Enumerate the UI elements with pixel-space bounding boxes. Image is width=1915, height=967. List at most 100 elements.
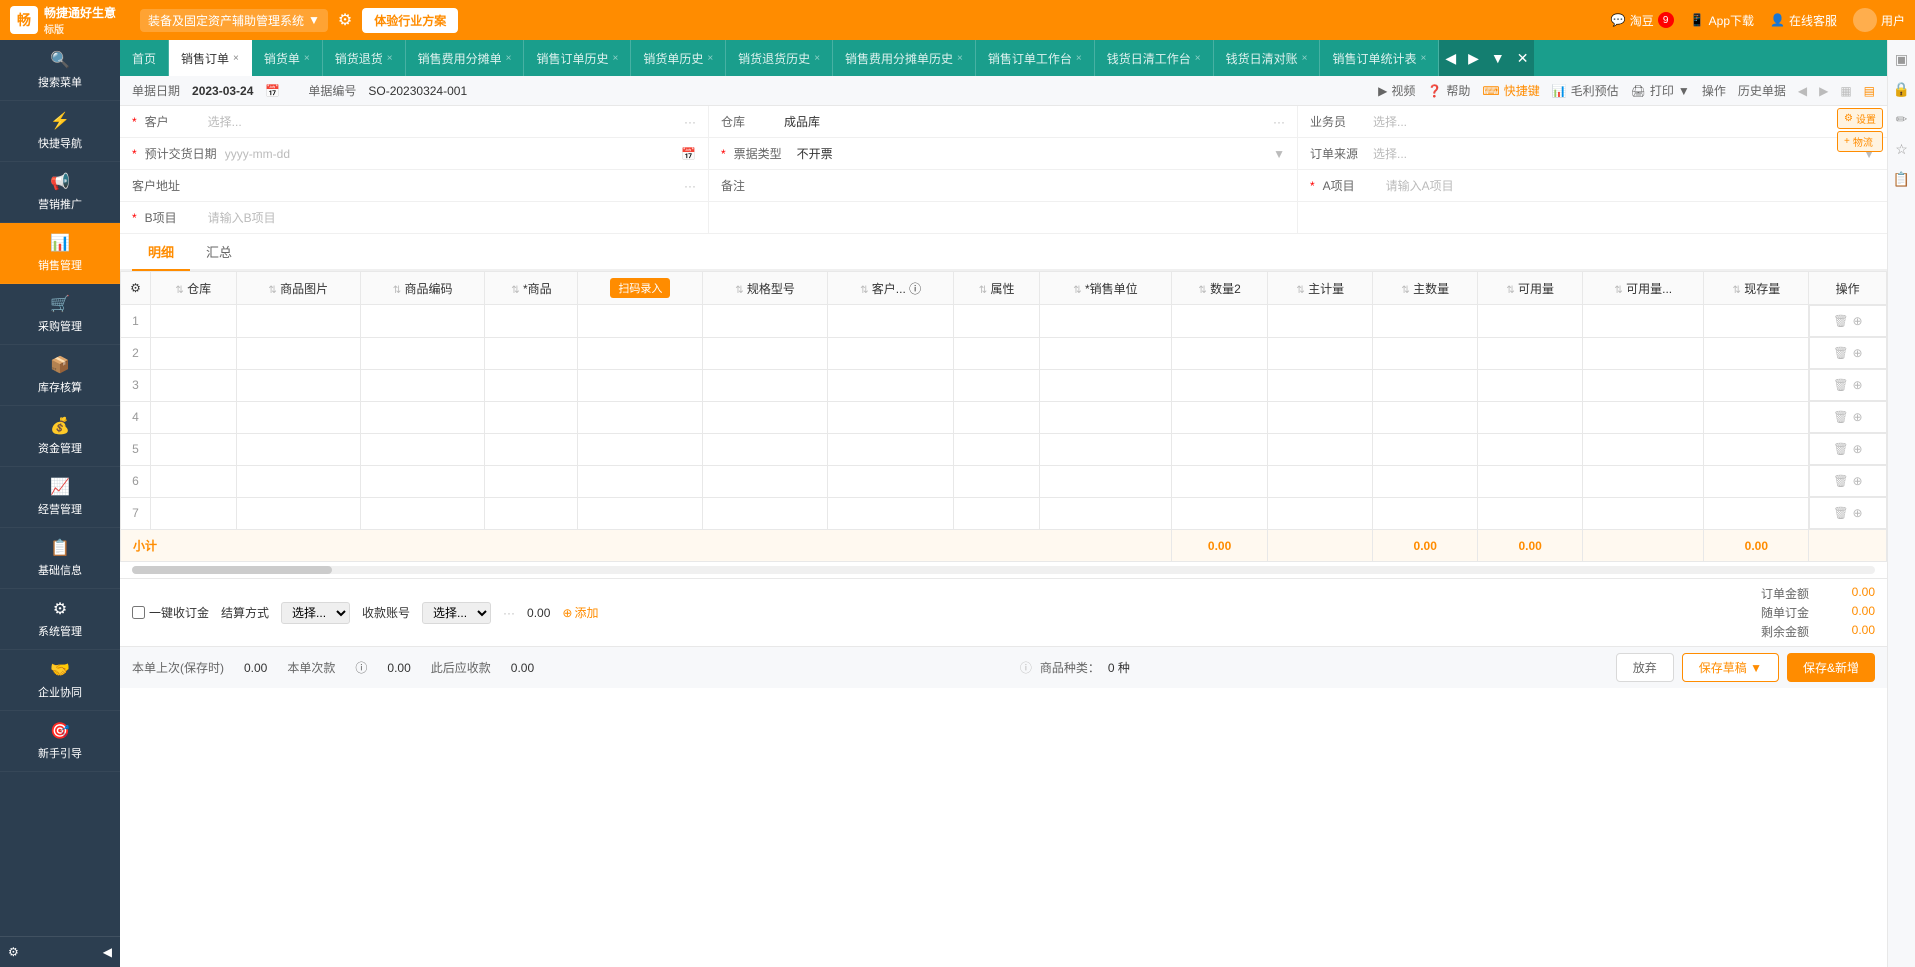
col-spec[interactable]: ⇅ 规格型号	[703, 272, 827, 305]
col-image[interactable]: ⇅ 商品图片	[236, 272, 360, 305]
view-btn[interactable]: ▶ 视频	[1378, 82, 1415, 99]
sidebar-item-base[interactable]: 📋 基础信息	[0, 528, 120, 589]
col-stock[interactable]: ⇅ 现存量	[1704, 272, 1809, 305]
sidebar-item-system[interactable]: ⚙ 系统管理	[0, 589, 120, 650]
row-1-main-qty[interactable]	[1373, 305, 1478, 338]
tab-nav-prev[interactable]: ◀	[1439, 40, 1462, 76]
settings-icon[interactable]: ⚙	[338, 10, 352, 30]
add-btn[interactable]: ⊕ 添加	[562, 604, 598, 621]
row-1-unit[interactable]	[1039, 305, 1171, 338]
receipt-dots[interactable]: ···	[503, 606, 515, 620]
row-1-qty2[interactable]	[1171, 305, 1267, 338]
col-code[interactable]: ⇅ 商品编码	[360, 272, 484, 305]
shortcut-btn[interactable]: ⌨ 快捷键	[1482, 82, 1539, 99]
history-btn[interactable]: 历史单据	[1738, 82, 1786, 99]
row-5-copy-icon[interactable]: ⊕	[1853, 442, 1863, 456]
save-new-button[interactable]: 保存&新增	[1787, 653, 1875, 682]
tab-invoice-history-close[interactable]: ×	[707, 53, 713, 64]
tab-expense-split-close[interactable]: ×	[506, 53, 512, 64]
payment-method-select[interactable]: 选择...	[281, 602, 350, 624]
row-5-delete-icon[interactable]: 🗑	[1833, 442, 1848, 456]
row-1-customer-info[interactable]	[827, 305, 954, 338]
row-6-delete-icon[interactable]: 🗑	[1833, 474, 1848, 488]
row-7-copy-icon[interactable]: ⊕	[1853, 506, 1863, 520]
tab-stats-close[interactable]: ×	[1420, 53, 1426, 64]
warehouse-more-icon[interactable]: ···	[1273, 115, 1285, 129]
tab-detail[interactable]: 明细	[132, 234, 190, 271]
note-input[interactable]	[784, 179, 1285, 193]
sidebar-item-sales[interactable]: 📊 销售管理	[0, 223, 120, 284]
sidebar-item-inventory[interactable]: 📦 库存核算	[0, 345, 120, 406]
scan-enter-btn[interactable]: 扫码录入	[610, 278, 670, 298]
tab-nav-dropdown[interactable]: ▼	[1485, 40, 1511, 76]
print-btn[interactable]: 🖨 打印 ▼	[1631, 82, 1690, 99]
delivery-calendar-icon[interactable]: 📅	[681, 147, 696, 161]
tab-nav-next[interactable]: ▶	[1462, 40, 1485, 76]
col-main-qty[interactable]: ⇅ 主数量	[1373, 272, 1478, 305]
row-4-delete-icon[interactable]: 🗑	[1833, 410, 1848, 424]
row-2-copy-icon[interactable]: ⊕	[1853, 346, 1863, 360]
save-draft-button[interactable]: 保存草稿 ▼	[1682, 653, 1779, 682]
receipt-account-select[interactable]: 选择...	[422, 602, 491, 624]
tab-expense-history[interactable]: 销售费用分摊单历史 ×	[833, 40, 976, 76]
right-panel-icon-1[interactable]: ▣	[1891, 48, 1913, 70]
nav-next-icon[interactable]: ▶	[1819, 84, 1828, 98]
help-btn[interactable]: ❓ 帮助	[1427, 82, 1470, 99]
online-service-item[interactable]: 👤 在线客服	[1770, 12, 1837, 29]
tab-invoice-history[interactable]: 销货单历史 ×	[631, 40, 726, 76]
invoice-dropdown-icon[interactable]: ▼	[1273, 147, 1285, 161]
right-panel-icon-2[interactable]: 🔒	[1891, 78, 1913, 100]
col-unit[interactable]: ⇅ *销售单位	[1039, 272, 1171, 305]
right-panel-icon-4[interactable]: ☆	[1891, 138, 1913, 160]
list-view-icon[interactable]: ▤	[1864, 84, 1875, 98]
col-customer-info[interactable]: ⇅ 客户... ⓘ	[827, 272, 954, 305]
tab-reconcile-close[interactable]: ×	[1302, 53, 1308, 64]
tab-expense-split[interactable]: 销售费用分摊单 ×	[406, 40, 525, 76]
user-item[interactable]: 用户	[1853, 8, 1905, 32]
tab-sales-history[interactable]: 销售订单历史 ×	[524, 40, 631, 76]
trial-button[interactable]: 体验行业方案	[362, 8, 458, 33]
col-warehouse[interactable]: ⇅ 仓库	[151, 272, 237, 305]
one-click-checkbox[interactable]	[132, 606, 145, 619]
right-panel-icon-5[interactable]: 📋	[1891, 168, 1913, 190]
tab-expense-history-close[interactable]: ×	[957, 53, 963, 64]
tab-reconcile[interactable]: 钱货日清对账 ×	[1214, 40, 1321, 76]
tab-summary[interactable]: 汇总	[190, 234, 248, 271]
customer-input[interactable]	[208, 115, 676, 129]
right-panel-icon-3[interactable]: ✏	[1891, 108, 1913, 130]
tab-daily-clear[interactable]: 钱货日清工作台 ×	[1095, 40, 1214, 76]
add-float-btn[interactable]: + 物流	[1837, 131, 1883, 152]
col-scan[interactable]: 扫码录入	[578, 272, 703, 305]
customer-more-icon[interactable]: ···	[684, 115, 696, 129]
scrollbar-thumb[interactable]	[132, 566, 332, 574]
sidebar-item-quicknav[interactable]: ⚡ 快捷导航	[0, 101, 120, 162]
col-attr[interactable]: ⇅ 属性	[954, 272, 1040, 305]
tab-sales-invoice-close[interactable]: ×	[304, 53, 310, 64]
tab-sales-return-close[interactable]: ×	[387, 53, 393, 64]
print-chevron[interactable]: ▼	[1678, 84, 1690, 98]
tab-daily-clear-close[interactable]: ×	[1195, 53, 1201, 64]
row-2-delete-icon[interactable]: 🗑	[1833, 346, 1848, 360]
row-1-spec[interactable]	[703, 305, 827, 338]
delivery-input[interactable]	[225, 147, 673, 161]
one-click-deposit[interactable]: 一键收订金	[132, 604, 209, 621]
calendar-icon[interactable]: 📅	[265, 84, 280, 98]
col-avail2[interactable]: ⇅ 可用量...	[1583, 272, 1704, 305]
row-1-warehouse[interactable]	[151, 305, 237, 338]
row-3-copy-icon[interactable]: ⊕	[1853, 378, 1863, 392]
address-more-icon[interactable]: ···	[684, 179, 696, 193]
sidebar-item-purchase[interactable]: 🛒 采购管理	[0, 284, 120, 345]
salesperson-input[interactable]	[1373, 115, 1855, 129]
collapse-icon[interactable]: ◀	[103, 945, 112, 959]
profit-btn[interactable]: 📊 毛利预估	[1552, 82, 1619, 99]
tab-nav-close-all[interactable]: ✕	[1511, 40, 1535, 76]
sidebar-item-marketing[interactable]: 📢 营销推广	[0, 162, 120, 223]
tab-return-history[interactable]: 销货退货历史 ×	[726, 40, 833, 76]
tab-home[interactable]: 首页	[120, 40, 169, 76]
tab-stats[interactable]: 销售订单统计表 ×	[1320, 40, 1439, 76]
tab-return-history-close[interactable]: ×	[814, 53, 820, 64]
settings-bottom-icon[interactable]: ⚙	[8, 945, 19, 959]
tab-sales-history-close[interactable]: ×	[612, 53, 618, 64]
row-1-delete-icon[interactable]: 🗑	[1833, 314, 1848, 328]
address-input[interactable]	[195, 179, 676, 193]
